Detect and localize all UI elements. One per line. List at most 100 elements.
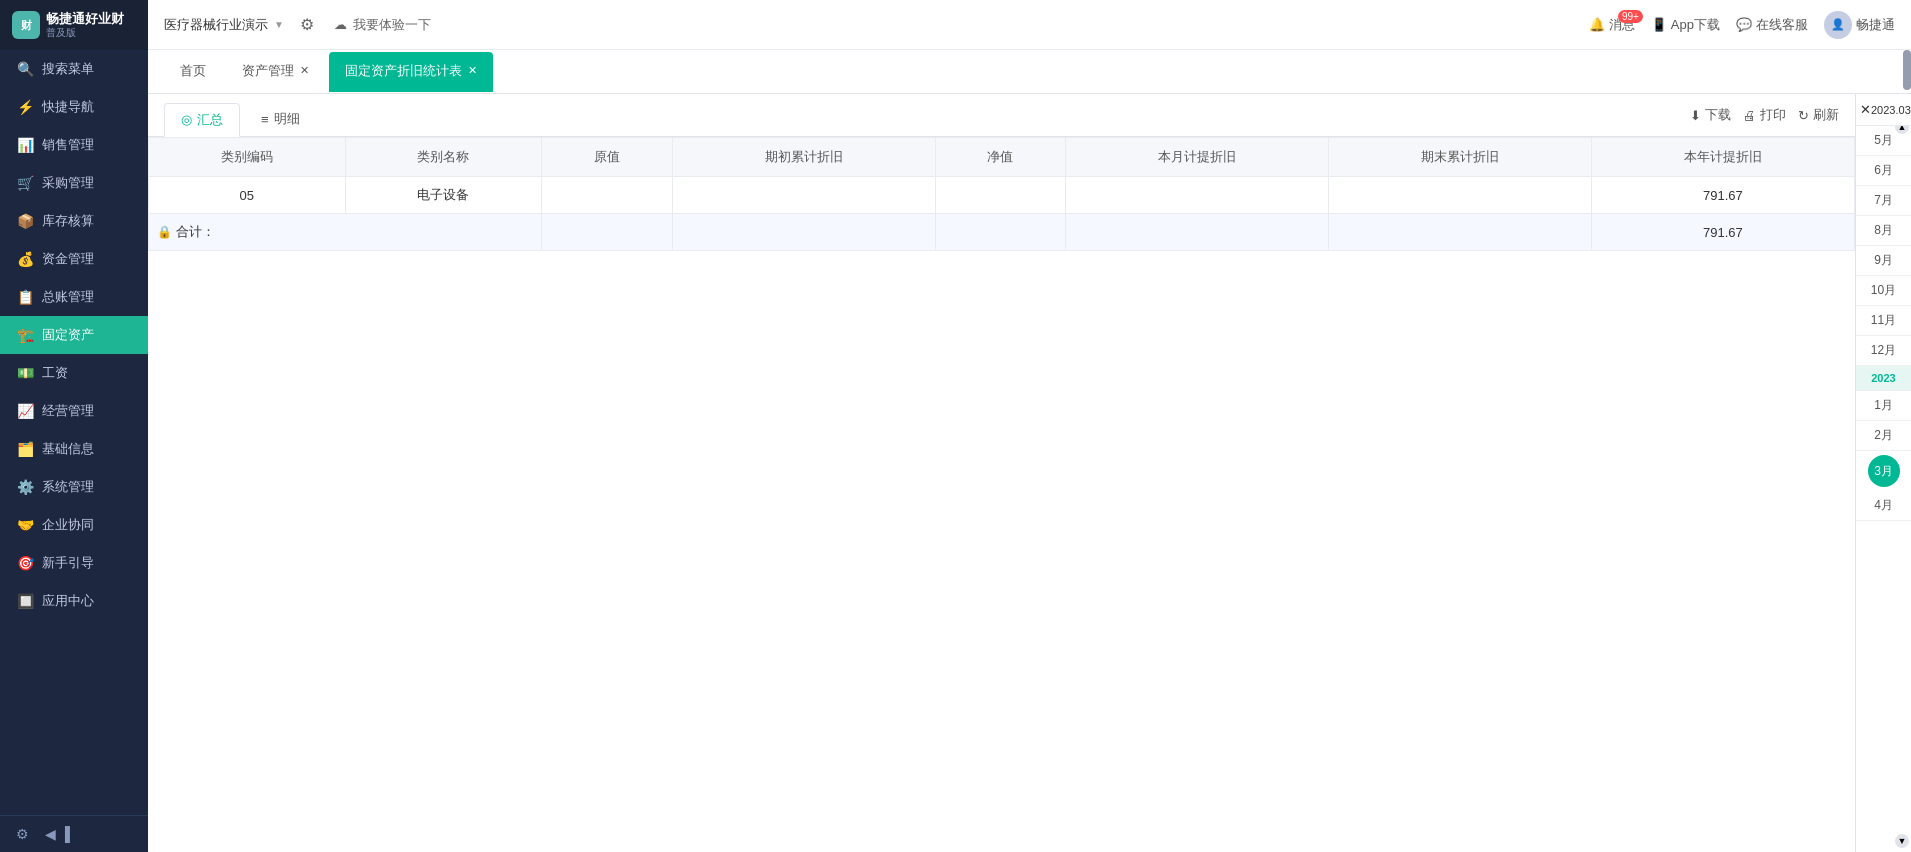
date-month-11[interactable]: 11月 <box>1856 306 1911 336</box>
date-month-4[interactable]: 4月 <box>1856 491 1911 521</box>
sidebar-item-quicknav[interactable]: ⚡ 快捷导航 <box>0 88 148 126</box>
sidebar: 财 畅捷通好业财 普及版 🔍 搜索菜单 ⚡ 快捷导航 📊 销售管理 🛒 采购管理… <box>0 0 148 852</box>
sidebar-item-finance[interactable]: 💰 资金管理 <box>0 240 148 278</box>
col-name: 类别名称 <box>345 138 542 177</box>
sidebar-item-purchase[interactable]: 🛒 采购管理 <box>0 164 148 202</box>
company-selector[interactable]: 医疗器械行业演示 ▼ <box>164 16 284 34</box>
user-btn[interactable]: 👤 畅捷通 <box>1824 11 1895 39</box>
date-month-9[interactable]: 9月 <box>1856 246 1911 276</box>
sidebar-item-label-operations: 经营管理 <box>42 402 94 420</box>
cell-original <box>542 177 672 214</box>
app-subtitle: 普及版 <box>46 27 124 39</box>
refresh-btn[interactable]: ↻ 刷新 <box>1798 106 1839 124</box>
date-month-3-wrapper: 3月 <box>1856 451 1911 491</box>
notifications-btn[interactable]: 🔔 消息 99+ <box>1589 16 1635 34</box>
topbar-settings-icon[interactable]: ⚙ <box>300 15 314 34</box>
date-month-7[interactable]: 7月 <box>1856 186 1911 216</box>
sidebar-settings-icon[interactable]: ⚙ <box>16 826 29 842</box>
cell-code: 05 <box>149 177 346 214</box>
subtabs: ◎ 汇总 ≡ 明细 <box>164 94 1690 136</box>
download-btn[interactable]: ⬇ 下载 <box>1690 106 1731 124</box>
subtab-detail-label: 明细 <box>274 110 300 128</box>
sidebar-item-label-basic: 基础信息 <box>42 440 94 458</box>
tab-asset-mgmt-close[interactable]: ✕ <box>300 64 309 77</box>
date-month-10[interactable]: 10月 <box>1856 276 1911 306</box>
total-month-depr <box>1065 214 1328 251</box>
sidebar-item-label-salary: 工资 <box>42 364 68 382</box>
tab-home[interactable]: 首页 <box>164 52 222 92</box>
date-month-12[interactable]: 12月 <box>1856 336 1911 366</box>
date-month-1[interactable]: 1月 <box>1856 391 1911 421</box>
col-period-begin-depr: 期初累计折旧 <box>672 138 935 177</box>
online-service-btn[interactable]: 💬 在线客服 <box>1736 16 1808 34</box>
col-original: 原值 <box>542 138 672 177</box>
sidebar-item-enterprise[interactable]: 🤝 企业协同 <box>0 506 148 544</box>
sidebar-item-system[interactable]: ⚙️ 系统管理 <box>0 468 148 506</box>
avatar: 👤 <box>1824 11 1852 39</box>
content-area: ◎ 汇总 ≡ 明细 ⬇ 下载 🖨 打印 <box>148 94 1911 852</box>
download-icon: 📱 <box>1651 17 1667 32</box>
sidebar-item-label-search: 搜索菜单 <box>42 60 94 78</box>
sidebar-item-ledger[interactable]: 📋 总账管理 <box>0 278 148 316</box>
cell-month-depr <box>1065 177 1328 214</box>
refresh-label: 刷新 <box>1813 106 1839 124</box>
cell-year-depr: 791.67 <box>1591 177 1854 214</box>
date-month-8[interactable]: 8月 <box>1856 216 1911 246</box>
sidebar-item-inventory[interactable]: 📦 库存核算 <box>0 202 148 240</box>
print-btn[interactable]: 🖨 打印 <box>1743 106 1786 124</box>
operations-icon: 📈 <box>16 403 34 419</box>
topbar-right: 🔔 消息 99+ 📱 App下载 💬 在线客服 👤 畅捷通 <box>1589 11 1895 39</box>
total-period-begin-depr <box>672 214 935 251</box>
sidebar-item-fixedassets[interactable]: 🏗️ 固定资产 <box>0 316 148 354</box>
tab-depreciation-label: 固定资产折旧统计表 <box>345 62 462 80</box>
tab-asset-mgmt[interactable]: 资产管理 ✕ <box>226 52 325 92</box>
tab-asset-mgmt-label: 资产管理 <box>242 62 294 80</box>
total-period-end-depr <box>1328 214 1591 251</box>
cloud-icon: ☁ <box>334 17 347 32</box>
app-logo: 财 畅捷通好业财 普及版 <box>0 0 148 50</box>
username: 畅捷通 <box>1856 16 1895 34</box>
date-panel-title: 2023.03 <box>1871 104 1911 116</box>
sidebar-item-basic[interactable]: 🗂️ 基础信息 <box>0 430 148 468</box>
inventory-icon: 📦 <box>16 213 34 229</box>
download-label: 下载 <box>1705 106 1731 124</box>
toolbar: ⬇ 下载 🖨 打印 ↻ 刷新 <box>1690 106 1839 124</box>
date-panel-header: ✕ 2023.03 ⛶ <box>1856 94 1911 126</box>
date-month-3-selected[interactable]: 3月 <box>1868 455 1900 487</box>
subtab-detail[interactable]: ≡ 明细 <box>244 102 317 136</box>
sidebar-item-label-ledger: 总账管理 <box>42 288 94 306</box>
sidebar-item-operations[interactable]: 📈 经营管理 <box>0 392 148 430</box>
print-label: 打印 <box>1760 106 1786 124</box>
sidebar-item-sales[interactable]: 📊 销售管理 <box>0 126 148 164</box>
sidebar-item-salary[interactable]: 💵 工资 <box>0 354 148 392</box>
main-area: 医疗器械行业演示 ▼ ⚙ ☁ 我要体验一下 🔔 消息 99+ 📱 App下载 💬… <box>148 0 1911 852</box>
sidebar-collapse-icon[interactable]: ◀ ▐ <box>45 826 70 842</box>
scroll-down-icon[interactable]: ▼ <box>1895 834 1909 848</box>
print-icon: 🖨 <box>1743 108 1756 123</box>
notifications-badge: 99+ <box>1618 10 1643 23</box>
cell-name: 电子设备 <box>345 177 542 214</box>
tab-depreciation[interactable]: 固定资产折旧统计表 ✕ <box>329 52 493 92</box>
table-total-row: 🔒 合计： 791.67 <box>149 214 1855 251</box>
detail-icon: ≡ <box>261 112 269 127</box>
cell-period-begin-depr <box>672 177 935 214</box>
date-month-6[interactable]: 6月 <box>1856 156 1911 186</box>
topbar: 医疗器械行业演示 ▼ ⚙ ☁ 我要体验一下 🔔 消息 99+ 📱 App下载 💬… <box>148 0 1911 50</box>
total-label: 合计： <box>176 224 215 239</box>
subtab-summary[interactable]: ◎ 汇总 <box>164 103 240 137</box>
sidebar-item-search[interactable]: 🔍 搜索菜单 <box>0 50 148 88</box>
app-download-btn[interactable]: 📱 App下载 <box>1651 16 1720 34</box>
basic-icon: 🗂️ <box>16 441 34 457</box>
enterprise-icon: 🤝 <box>16 517 34 533</box>
date-month-2[interactable]: 2月 <box>1856 421 1911 451</box>
date-panel-close-icon[interactable]: ✕ <box>1860 102 1871 117</box>
experience-btn[interactable]: ☁ 我要体验一下 <box>334 16 431 34</box>
total-original <box>542 214 672 251</box>
tabbar: 首页 资产管理 ✕ 固定资产折旧统计表 ✕ <box>148 50 1911 94</box>
sidebar-item-apps[interactable]: 🔲 应用中心 <box>0 582 148 620</box>
cell-period-end-depr <box>1328 177 1591 214</box>
sidebar-item-guide[interactable]: 🎯 新手引导 <box>0 544 148 582</box>
total-year-depr: 791.67 <box>1591 214 1854 251</box>
tab-depreciation-close[interactable]: ✕ <box>468 64 477 77</box>
table-row[interactable]: 05 电子设备 791.67 <box>149 177 1855 214</box>
